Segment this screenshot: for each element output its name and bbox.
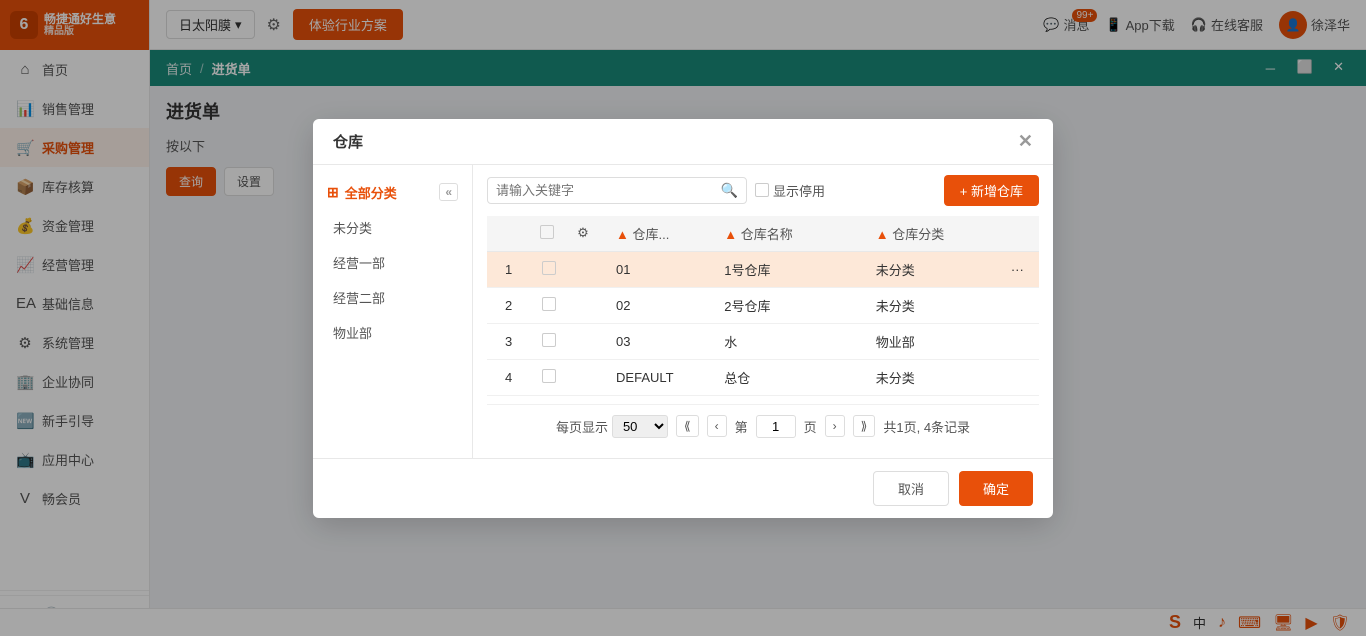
- dialog-header: 仓库 ✕: [313, 119, 1053, 165]
- row-name: 1号仓库: [714, 251, 866, 287]
- grid-icon: ⊞: [327, 184, 339, 201]
- warehouse-dialog: 仓库 ✕ ⊞ 全部分类 « 未分类经营一部经营二部物业部 �: [313, 119, 1053, 518]
- row-name: 总仓: [714, 359, 866, 395]
- row-code: DEFAULT: [606, 359, 714, 395]
- col-header-check: [530, 216, 567, 252]
- page-unit: 页: [804, 417, 817, 436]
- col-header-gear: ⚙: [567, 216, 606, 252]
- dialog-body: ⊞ 全部分类 « 未分类经营一部经营二部物业部 🔍 显示停用: [313, 165, 1053, 458]
- cancel-button[interactable]: 取消: [873, 471, 949, 506]
- search-wrap: 🔍: [487, 177, 747, 204]
- dialog-close-button[interactable]: ✕: [1018, 132, 1033, 150]
- row-category: 未分类: [866, 251, 996, 287]
- category-panel: ⊞ 全部分类 « 未分类经营一部经营二部物业部: [313, 165, 473, 458]
- row-code: 02: [606, 287, 714, 323]
- dialog-overlay[interactable]: 仓库 ✕ ⊞ 全部分类 « 未分类经营一部经营二部物业部 �: [0, 0, 1366, 636]
- row-category: 未分类: [866, 359, 996, 395]
- show-disabled-checkbox[interactable]: [755, 183, 769, 197]
- row-code: 01: [606, 251, 714, 287]
- category-item[interactable]: 经营二部: [313, 280, 472, 315]
- per-page-label: 每页显示: [556, 417, 608, 436]
- table-panel: 🔍 显示停用 + 新增仓库: [473, 165, 1053, 458]
- row-name: 2号仓库: [714, 287, 866, 323]
- name-sort-icon[interactable]: ▲: [724, 227, 737, 242]
- col-header-name: ▲ 仓库名称: [714, 216, 866, 252]
- category-header[interactable]: ⊞ 全部分类 «: [313, 175, 472, 210]
- select-all-checkbox[interactable]: [540, 225, 554, 239]
- row-check[interactable]: [530, 323, 567, 359]
- row-category: 未分类: [866, 287, 996, 323]
- code-sort-icon[interactable]: ▲: [616, 227, 629, 242]
- row-checkbox[interactable]: [542, 297, 556, 311]
- last-page-btn[interactable]: ⟫: [853, 415, 876, 437]
- show-disabled-label[interactable]: 显示停用: [755, 181, 825, 200]
- search-icon: 🔍: [721, 182, 738, 199]
- table-toolbar: 🔍 显示停用 + 新增仓库: [487, 175, 1039, 206]
- category-item[interactable]: 物业部: [313, 315, 472, 350]
- row-check[interactable]: [530, 359, 567, 395]
- category-items: 未分类经营一部经营二部物业部: [313, 210, 472, 350]
- per-page-select[interactable]: 50 20 100: [612, 415, 668, 438]
- row-no: 1: [487, 251, 530, 287]
- search-input[interactable]: [496, 183, 721, 198]
- next-page-btn[interactable]: ›: [825, 415, 845, 437]
- row-more[interactable]: [996, 287, 1039, 323]
- dialog-title: 仓库: [333, 131, 363, 152]
- row-gear[interactable]: [567, 287, 606, 323]
- total-info: 共1页, 4条记录: [883, 417, 970, 436]
- row-no: 3: [487, 323, 530, 359]
- row-check[interactable]: [530, 287, 567, 323]
- collapse-button[interactable]: «: [439, 183, 458, 201]
- row-no: 2: [487, 287, 530, 323]
- table-header-row: ⚙ ▲ 仓库... ▲ 仓库名称 ▲ 仓库分类: [487, 216, 1039, 252]
- gear-header-icon[interactable]: ⚙: [577, 225, 589, 240]
- warehouse-table: ⚙ ▲ 仓库... ▲ 仓库名称 ▲ 仓库分类: [487, 216, 1039, 396]
- row-more[interactable]: [996, 359, 1039, 395]
- cat-sort-icon[interactable]: ▲: [876, 227, 889, 242]
- row-code: 03: [606, 323, 714, 359]
- table-row[interactable]: 2 02 2号仓库 未分类: [487, 287, 1039, 323]
- pagination: 每页显示 50 20 100 ⟪ ‹ 第 页 › ⟫ 共1页, 4条记录: [487, 404, 1039, 448]
- row-checkbox[interactable]: [542, 369, 556, 383]
- row-gear[interactable]: [567, 251, 606, 287]
- row-gear[interactable]: [567, 359, 606, 395]
- category-all-label: 全部分类: [345, 183, 397, 202]
- per-page-section: 每页显示 50 20 100: [556, 415, 668, 438]
- dialog-footer: 取消 确定: [313, 458, 1053, 518]
- row-gear[interactable]: [567, 323, 606, 359]
- confirm-button[interactable]: 确定: [959, 471, 1033, 506]
- row-check[interactable]: [530, 251, 567, 287]
- table-row[interactable]: 3 03 水 物业部: [487, 323, 1039, 359]
- add-warehouse-button[interactable]: + 新增仓库: [944, 175, 1039, 206]
- row-checkbox[interactable]: [542, 261, 556, 275]
- table-row[interactable]: 4 DEFAULT 总仓 未分类: [487, 359, 1039, 395]
- table-row[interactable]: 1 01 1号仓库 未分类 ···: [487, 251, 1039, 287]
- table-body: 1 01 1号仓库 未分类 ··· 2 02 2号仓库 未分类 3 03 水 物…: [487, 251, 1039, 395]
- category-item[interactable]: 未分类: [313, 210, 472, 245]
- row-checkbox[interactable]: [542, 333, 556, 347]
- col-header-more: [996, 216, 1039, 252]
- page-input[interactable]: [756, 415, 796, 438]
- col-header-no: [487, 216, 530, 252]
- row-category: 物业部: [866, 323, 996, 359]
- col-header-code: ▲ 仓库...: [606, 216, 714, 252]
- row-more[interactable]: ···: [996, 251, 1039, 287]
- category-item[interactable]: 经营一部: [313, 245, 472, 280]
- row-name: 水: [714, 323, 866, 359]
- row-more[interactable]: [996, 323, 1039, 359]
- row-no: 4: [487, 359, 530, 395]
- page-label: 第: [735, 417, 748, 436]
- col-header-cat: ▲ 仓库分类: [866, 216, 996, 252]
- first-page-btn[interactable]: ⟪: [676, 415, 699, 437]
- prev-page-btn[interactable]: ‹: [707, 415, 727, 437]
- show-disabled-text: 显示停用: [773, 181, 825, 200]
